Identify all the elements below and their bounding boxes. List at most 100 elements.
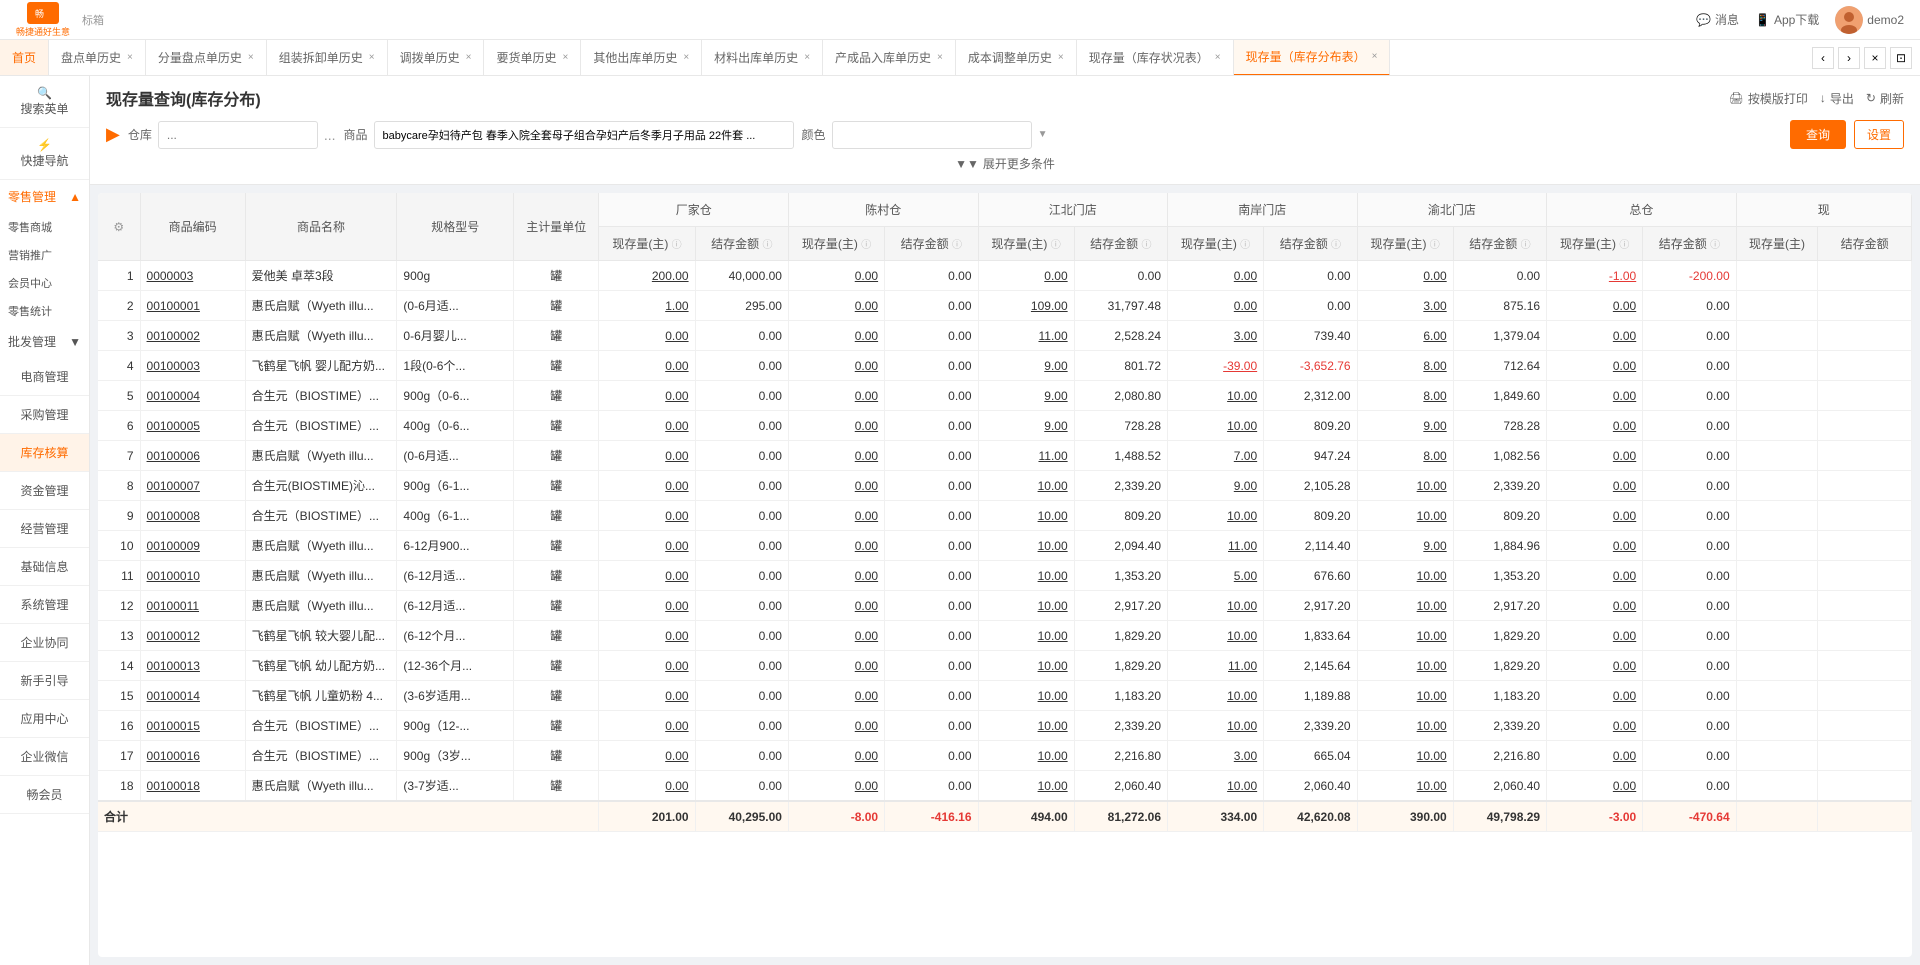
w1q-cell[interactable]: 0.00 [599, 501, 695, 531]
w4q-cell[interactable]: 3.00 [1168, 741, 1264, 771]
w6q-cell[interactable]: 0.00 [1547, 411, 1643, 441]
tab-4[interactable]: 调拨单历史 × [388, 40, 485, 76]
w5q-cell[interactable]: 9.00 [1357, 411, 1453, 441]
w4q-cell[interactable]: 10.00 [1168, 501, 1264, 531]
message-btn[interactable]: 💬 消息 [1696, 11, 1739, 28]
w4q-cell[interactable]: 3.00 [1168, 321, 1264, 351]
expand-conditions-btn[interactable]: ▼▼ 展开更多条件 [955, 155, 1055, 172]
w6q-cell[interactable]: 0.00 [1547, 621, 1643, 651]
w4q-cell[interactable]: -39.00 [1168, 351, 1264, 381]
w3q-cell[interactable]: 9.00 [978, 411, 1074, 441]
settings-gear-icon[interactable]: ⚙ [113, 220, 124, 234]
w6q-cell[interactable]: 0.00 [1547, 591, 1643, 621]
info-icon-11[interactable]: ⓘ [1619, 240, 1629, 251]
w6q-cell[interactable]: 0.00 [1547, 501, 1643, 531]
w6q-cell[interactable]: 0.00 [1547, 741, 1643, 771]
tab-9[interactable]: 成本调整单历史 × [956, 40, 1077, 76]
w6q-cell[interactable]: 0.00 [1547, 321, 1643, 351]
w5q-cell[interactable]: 10.00 [1357, 741, 1453, 771]
w5q-cell[interactable]: 10.00 [1357, 621, 1453, 651]
w3q-cell[interactable]: 10.00 [978, 591, 1074, 621]
tab-11-close[interactable]: × [1372, 51, 1378, 62]
tab-3[interactable]: 组装拆卸单历史 × [267, 40, 388, 76]
w5q-cell[interactable]: 10.00 [1357, 591, 1453, 621]
tab-10[interactable]: 现存量（库存状况表） × [1077, 40, 1234, 76]
w3q-cell[interactable]: 10.00 [978, 771, 1074, 802]
tab-2-close[interactable]: × [248, 52, 254, 63]
w5q-cell[interactable]: 10.00 [1357, 651, 1453, 681]
sidebar-item-inventory[interactable]: 库存核算 [0, 434, 89, 472]
sidebar-item-corp[interactable]: 企业协同 [0, 624, 89, 662]
w1q-cell[interactable]: 0.00 [599, 741, 695, 771]
w3q-cell[interactable]: 109.00 [978, 291, 1074, 321]
code-cell[interactable]: 00100008 [140, 501, 245, 531]
w6q-cell[interactable]: 0.00 [1547, 771, 1643, 802]
code-cell[interactable]: 00100004 [140, 381, 245, 411]
info-icon-3[interactable]: ⓘ [861, 240, 871, 251]
w5q-cell[interactable]: 0.00 [1357, 261, 1453, 291]
w4q-cell[interactable]: 11.00 [1168, 531, 1264, 561]
tab-1-close[interactable]: × [127, 52, 133, 63]
sidebar-item-vip[interactable]: 畅会员 [0, 776, 89, 814]
tab-2[interactable]: 分量盘点单历史 × [146, 40, 267, 76]
w1q-cell[interactable]: 0.00 [599, 681, 695, 711]
w6q-cell[interactable]: 0.00 [1547, 681, 1643, 711]
export-button[interactable]: ↓ 导出 [1820, 90, 1854, 107]
w1q-cell[interactable]: 0.00 [599, 771, 695, 802]
code-cell[interactable]: 00100018 [140, 771, 245, 802]
sidebar-item-purchase[interactable]: 采购管理 [0, 396, 89, 434]
warehouse-input[interactable] [158, 121, 318, 149]
info-icon-1[interactable]: ⓘ [672, 240, 682, 251]
sidebar-item-nav[interactable]: ⚡ 快捷导航 [0, 128, 89, 180]
tab-7[interactable]: 材料出库单历史 × [702, 40, 823, 76]
info-icon-5[interactable]: ⓘ [1051, 240, 1061, 251]
info-icon-6[interactable]: ⓘ [1142, 240, 1152, 251]
w4q-cell[interactable]: 10.00 [1168, 411, 1264, 441]
info-icon-4[interactable]: ⓘ [952, 240, 962, 251]
w3q-cell[interactable]: 10.00 [978, 651, 1074, 681]
sidebar-item-basic[interactable]: 基础信息 [0, 548, 89, 586]
color-dropdown-icon[interactable]: ▼ [1038, 129, 1048, 140]
w4q-cell[interactable]: 10.00 [1168, 771, 1264, 802]
w6q-cell[interactable]: 0.00 [1547, 711, 1643, 741]
w5q-cell[interactable]: 10.00 [1357, 501, 1453, 531]
w2q-cell[interactable]: 0.00 [788, 561, 884, 591]
w5q-cell[interactable]: 8.00 [1357, 351, 1453, 381]
w4q-cell[interactable]: 5.00 [1168, 561, 1264, 591]
print-button[interactable]: 🖨 按模版打印 [1729, 90, 1808, 107]
w6q-cell[interactable]: 0.00 [1547, 441, 1643, 471]
tab-9-close[interactable]: × [1058, 52, 1064, 63]
w1q-cell[interactable]: 0.00 [599, 651, 695, 681]
settings-button[interactable]: 设置 [1854, 120, 1904, 149]
sidebar-item-appstore[interactable]: 应用中心 [0, 700, 89, 738]
w4q-cell[interactable]: 10.00 [1168, 381, 1264, 411]
w1q-cell[interactable]: 0.00 [599, 471, 695, 501]
w6q-cell[interactable]: 0.00 [1547, 381, 1643, 411]
tab-10-close[interactable]: × [1215, 52, 1221, 63]
tab-5[interactable]: 要货单历史 × [484, 40, 581, 76]
w2q-cell[interactable]: 0.00 [788, 261, 884, 291]
w2q-cell[interactable]: 0.00 [788, 621, 884, 651]
tab-7-close[interactable]: × [804, 52, 810, 63]
w6q-cell[interactable]: 0.00 [1547, 351, 1643, 381]
info-icon-2[interactable]: ⓘ [762, 240, 772, 251]
refresh-button[interactable]: ↻ 刷新 [1866, 90, 1904, 107]
code-cell[interactable]: 00100003 [140, 351, 245, 381]
th-gear[interactable]: ⚙ [98, 193, 140, 261]
w2q-cell[interactable]: 0.00 [788, 441, 884, 471]
tabs-next-btn[interactable]: › [1838, 47, 1860, 69]
w2q-cell[interactable]: 0.00 [788, 411, 884, 441]
w3q-cell[interactable]: 10.00 [978, 501, 1074, 531]
code-cell[interactable]: 00100002 [140, 321, 245, 351]
warehouse-ellipsis[interactable]: ... [324, 127, 336, 143]
sidebar-item-search[interactable]: 🔍 搜索英单 [0, 76, 89, 128]
w5q-cell[interactable]: 10.00 [1357, 681, 1453, 711]
w5q-cell[interactable]: 9.00 [1357, 531, 1453, 561]
w2q-cell[interactable]: 0.00 [788, 501, 884, 531]
w2q-cell[interactable]: 0.00 [788, 351, 884, 381]
w2q-cell[interactable]: 0.00 [788, 381, 884, 411]
filter-toggle-icon[interactable]: ▶ [106, 124, 120, 145]
w1q-cell[interactable]: 0.00 [599, 591, 695, 621]
w4q-cell[interactable]: 10.00 [1168, 591, 1264, 621]
tab-6-close[interactable]: × [683, 52, 689, 63]
